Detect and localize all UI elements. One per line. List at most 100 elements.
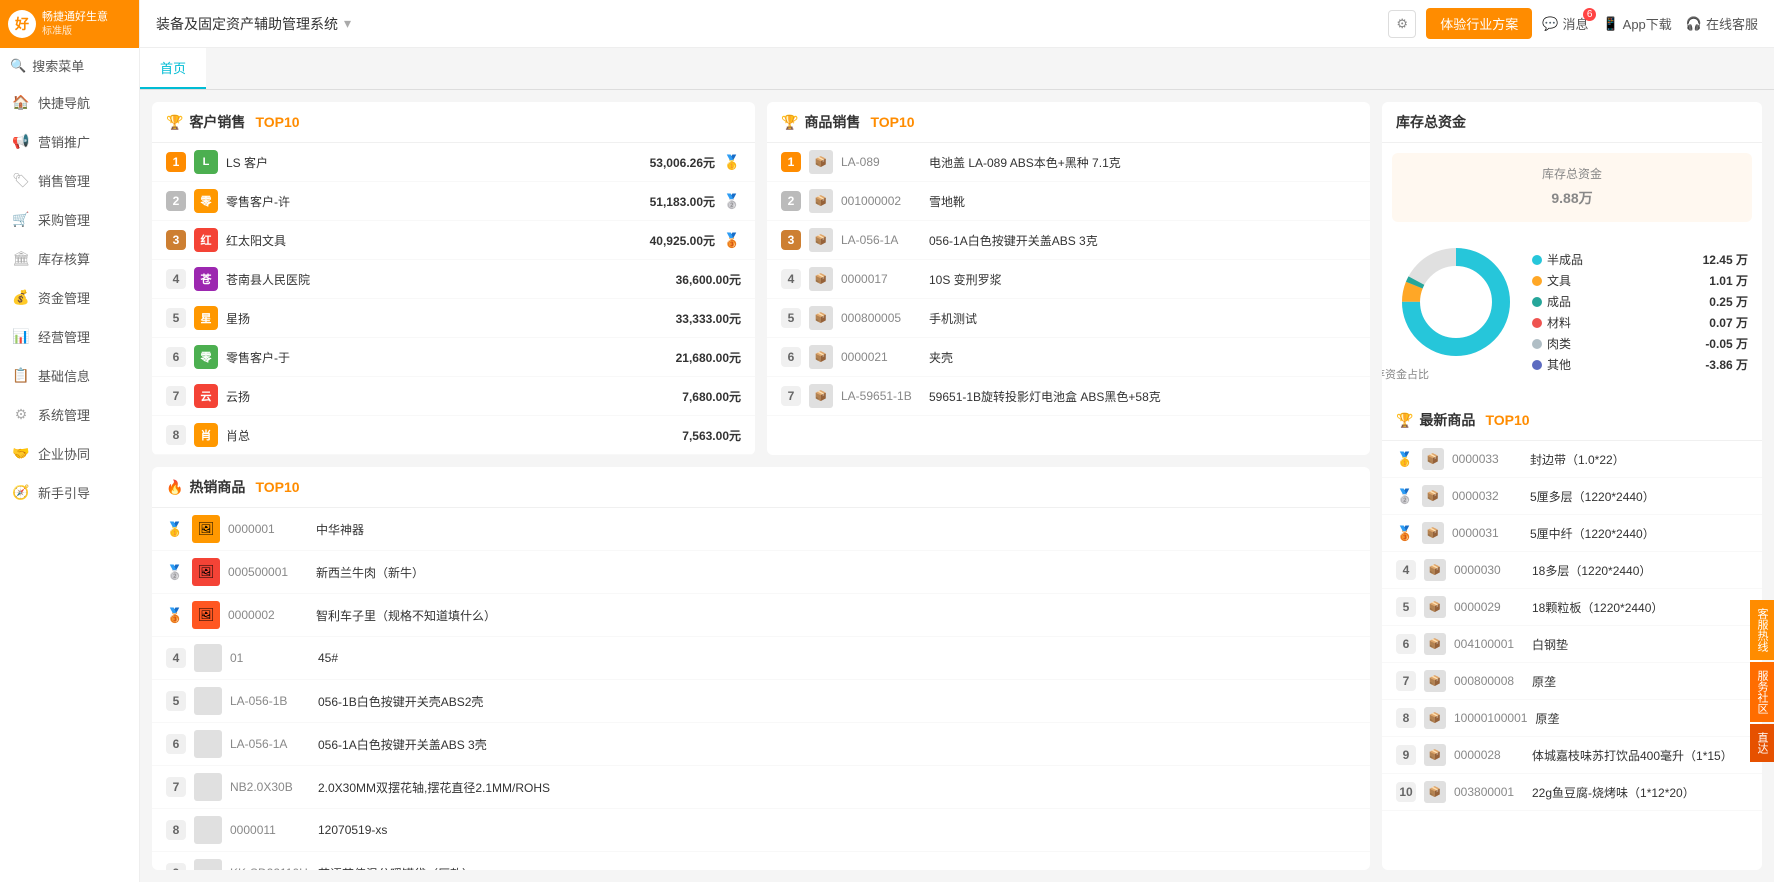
medal-icon: 🥈 [723,192,741,210]
service-community-button[interactable]: 服务社区 [1750,662,1774,722]
customer-rank-item: 7 云 云扬 7,680.00元 [152,377,755,416]
customer-rank-header: 🏆 客户销售TOP10 [152,102,755,143]
newest-product-item: 🥈 📦 0000032 5厘多层（1220*2440） [1382,478,1762,515]
customer-avatar: 肖 [194,423,218,447]
nav-icon: 📊 [12,328,30,346]
sidebar-item-企业协同[interactable]: 🤝企业协同 [0,434,139,473]
sidebar-item-销售管理[interactable]: 🏷销售管理 [0,161,139,200]
rank-number: 9 [166,863,186,870]
hot-product-item: 5 LA-056-1B 056-1B白色按键开关壳ABS2壳 [152,680,1370,723]
legend-value: -0.05 万 [1705,335,1748,352]
product-code: NB2.0X30B [230,780,310,794]
product-name: 056-1A白色按键开关盖ABS 3壳 [318,736,1356,753]
customer-name: 零售客户-于 [226,349,668,366]
customer-value: 33,333.00元 [676,310,741,327]
online-service-button[interactable]: 🎧 在线客服 [1686,14,1758,33]
customer-rank-item: 6 零 零售客户-于 21,680.00元 [152,338,755,377]
product-rank-item: 2 📦 001000002 雪地靴 [767,182,1370,221]
product-code: 0000032 [1452,489,1522,503]
sidebar-item-基础信息[interactable]: 📋基础信息 [0,356,139,395]
product-code: LA-056-1B [230,694,310,708]
customer-name: 肖总 [226,427,674,444]
customer-rank-card: 🏆 客户销售TOP10 1 L LS 客户 53,006.26元 🥇 2 零 零… [152,102,755,455]
product-name: 18多层（1220*2440） [1532,562,1748,579]
floating-cs: 客服热线 服务社区 直达 [1750,600,1774,762]
medal-icon: 🥉 [723,231,741,249]
customer-value: 7,563.00元 [682,427,741,444]
product-name: 45# [318,651,1356,665]
sidebar-item-资金管理[interactable]: 💰资金管理 [0,278,139,317]
nav-icon: 🤝 [12,445,30,463]
rank-number: 2 [781,191,801,211]
legend-item: 其他 -3.86 万 [1532,354,1748,375]
legend-name: 其他 [1532,356,1705,373]
product-code: 0000011 [230,823,310,837]
product-icon: 📦 [809,228,833,252]
rank-number: 8 [166,425,186,445]
rank-number: 7 [1396,671,1416,691]
customer-rank-item: 1 L LS 客户 53,006.26元 🥇 [152,143,755,182]
product-name: 智利车子里（规格不知道填什么） [316,607,1356,624]
product-name: 新西兰牛肉（新牛） [316,564,1356,581]
product-icon: 📦 [1422,448,1444,470]
product-code: 001000002 [841,194,921,208]
customer-name: 苍南县人民医院 [226,271,668,288]
product-icon: 📦 [809,150,833,174]
product-name: 电池盖 LA-089 ABS本色+黑种 7.1克 [929,154,1356,171]
sidebar-item-系统管理[interactable]: ⚙系统管理 [0,395,139,434]
logo-text: 畅捷通好生意 标准版 [42,10,108,37]
sidebar-item-经营管理[interactable]: 📊经营管理 [0,317,139,356]
product-thumbnail [194,859,222,870]
customer-rank-item: 5 星 星扬 33,333.00元 [152,299,755,338]
legend-item: 材料 0.07 万 [1532,312,1748,333]
direct-button[interactable]: 直达 [1750,724,1774,762]
customer-avatar: 零 [194,189,218,213]
sidebar-item-库存核算[interactable]: 🏛库存核算 [0,239,139,278]
trial-button[interactable]: 体验行业方案 [1426,8,1532,39]
sidebar-search[interactable]: 🔍 搜索菜单 [0,48,139,83]
logo-icon: 好 [8,10,36,38]
rank-number: 9 [1396,745,1416,765]
rank-number: 5 [781,308,801,328]
product-code: 0000017 [841,272,921,286]
hot-product-item: 7 NB2.0X30B 2.0X30MM双摆花轴,摆花直径2.1MM/ROHS [152,766,1370,809]
product-icon: 📦 [1424,707,1446,729]
tab-home[interactable]: 首页 [140,48,206,89]
messages-button[interactable]: 💬 消息 6 [1542,14,1588,33]
settings-gear-icon[interactable]: ⚙ [1388,10,1416,38]
newest-product-item: 9 📦 0000028 体城嘉枝味苏打饮品400毫升（1*15） [1382,737,1762,774]
rank-number: 5 [1396,597,1416,617]
product-icon: 📦 [1424,633,1446,655]
product-code: 0000028 [1454,748,1524,762]
customer-name: 星扬 [226,310,668,327]
sidebar-item-营销推广[interactable]: 📢营销推广 [0,122,139,161]
chevron-down-icon[interactable]: ▾ [344,15,351,32]
medal-icon: 🥇 [723,153,741,171]
product-name: 056-1B白色按键开关壳ABS2壳 [318,693,1356,710]
legend-name: 材料 [1532,314,1709,331]
sidebar-item-采购管理[interactable]: 🛒采购管理 [0,200,139,239]
product-code: LA-056-1A [230,737,310,751]
customer-avatar: 星 [194,306,218,330]
rank-number: 10 [1396,782,1416,802]
product-code: 004100001 [1454,637,1524,651]
customer-avatar: 云 [194,384,218,408]
product-name: 5厘中纤（1220*2440） [1530,525,1748,542]
sidebar-item-新手引导[interactable]: 🧭新手引导 [0,473,139,512]
hot-product-item: 4 01 45# [152,637,1370,680]
cs-hotline-button[interactable]: 客服热线 [1750,600,1774,660]
hot-product-item: 6 LA-056-1A 056-1A白色按键开关盖ABS 3壳 [152,723,1370,766]
legend-dot [1532,255,1542,265]
product-rank-header: 🏆 商品销售TOP10 [767,102,1370,143]
hot-product-item: 🥈 🖼 000500001 新西兰牛肉（新牛） [152,551,1370,594]
legend-item: 肉类 -0.05 万 [1532,333,1748,354]
legend-name: 成品 [1532,293,1709,310]
sidebar-item-快捷导航[interactable]: 🏠快捷导航 [0,83,139,122]
product-code: 000500001 [228,565,308,579]
customer-name: 零售客户-许 [226,193,642,210]
product-rank-item: 3 📦 LA-056-1A 056-1A白色按键开关盖ABS 3克 [767,221,1370,260]
legend-name: 半成品 [1532,251,1703,268]
app-download-button[interactable]: 📱 App下载 [1602,14,1671,33]
product-icon: 📦 [1422,522,1444,544]
newest-product-item: 4 📦 0000030 18多层（1220*2440） [1382,552,1762,589]
